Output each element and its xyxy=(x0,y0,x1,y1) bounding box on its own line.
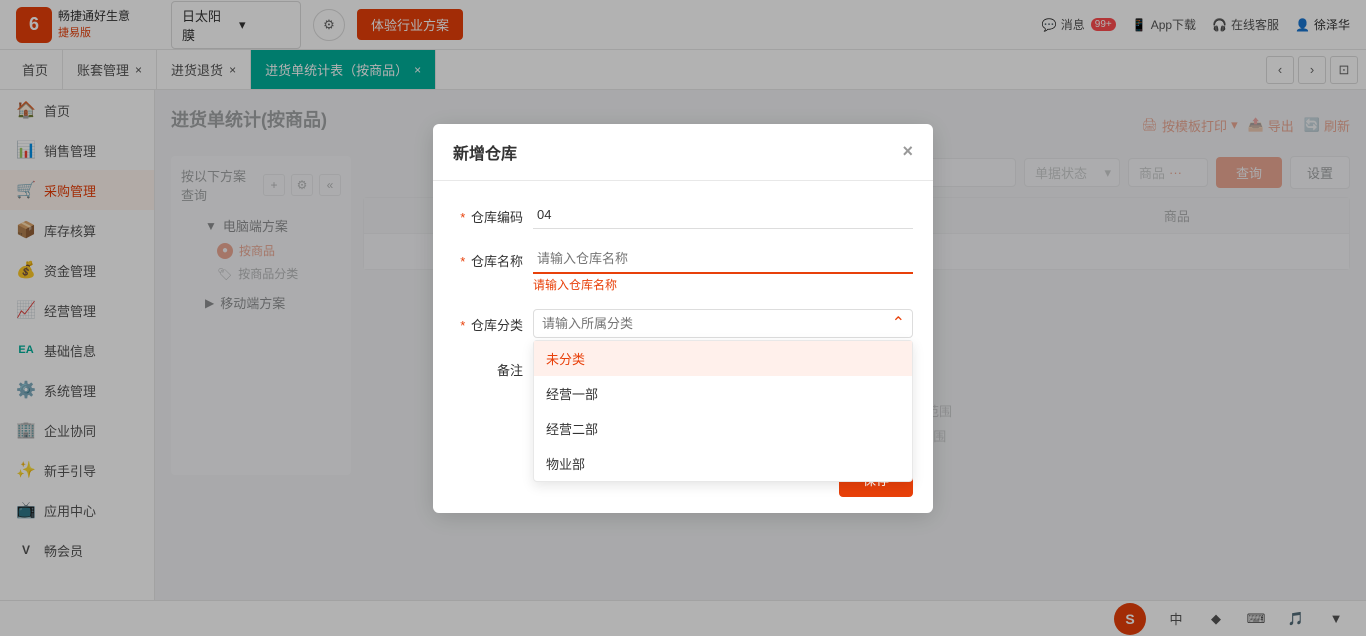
category-required-mark: * xyxy=(460,318,465,333)
warehouse-category-row: * 仓库分类 ⌃ 未分类 经营一部 经营二部 物业部 xyxy=(453,309,913,338)
name-required-mark: * xyxy=(460,254,465,269)
name-field-wrap: 请输入仓库名称 xyxy=(533,245,913,293)
category-select-wrap: ⌃ 未分类 经营一部 经营二部 物业部 xyxy=(533,309,913,338)
category-label: * 仓库分类 xyxy=(453,309,533,334)
code-field-wrap xyxy=(533,201,913,229)
dropdown-item-dept1[interactable]: 经营一部 xyxy=(534,376,912,411)
modal-close-button[interactable]: × xyxy=(902,141,913,162)
modal-body: * 仓库编码 * 仓库名称 请输入仓库名称 xyxy=(433,181,933,450)
modal-overlay: 新增仓库 × * 仓库编码 * 仓库名称 xyxy=(0,0,1366,636)
name-error-message: 请输入仓库名称 xyxy=(533,276,913,293)
category-dropdown: 未分类 经营一部 经营二部 物业部 xyxy=(533,340,913,482)
category-input[interactable] xyxy=(533,309,913,338)
warehouse-name-row: * 仓库名称 请输入仓库名称 xyxy=(453,245,913,293)
dropdown-item-none[interactable]: 未分类 xyxy=(534,341,912,376)
dropdown-item-dept2[interactable]: 经营二部 xyxy=(534,411,912,446)
code-label: * 仓库编码 xyxy=(453,201,533,226)
dropdown-item-dept3[interactable]: 物业部 xyxy=(534,446,912,481)
name-label: * 仓库名称 xyxy=(453,245,533,270)
warehouse-code-row: * 仓库编码 xyxy=(453,201,913,229)
remark-label: 备注 xyxy=(453,354,533,379)
warehouse-name-input[interactable] xyxy=(533,245,913,274)
modal-title: 新增仓库 xyxy=(453,140,517,164)
modal-header: 新增仓库 × xyxy=(433,124,933,181)
new-warehouse-modal: 新增仓库 × * 仓库编码 * 仓库名称 xyxy=(433,124,933,513)
warehouse-code-input[interactable] xyxy=(533,201,913,229)
code-required-mark: * xyxy=(460,210,465,225)
